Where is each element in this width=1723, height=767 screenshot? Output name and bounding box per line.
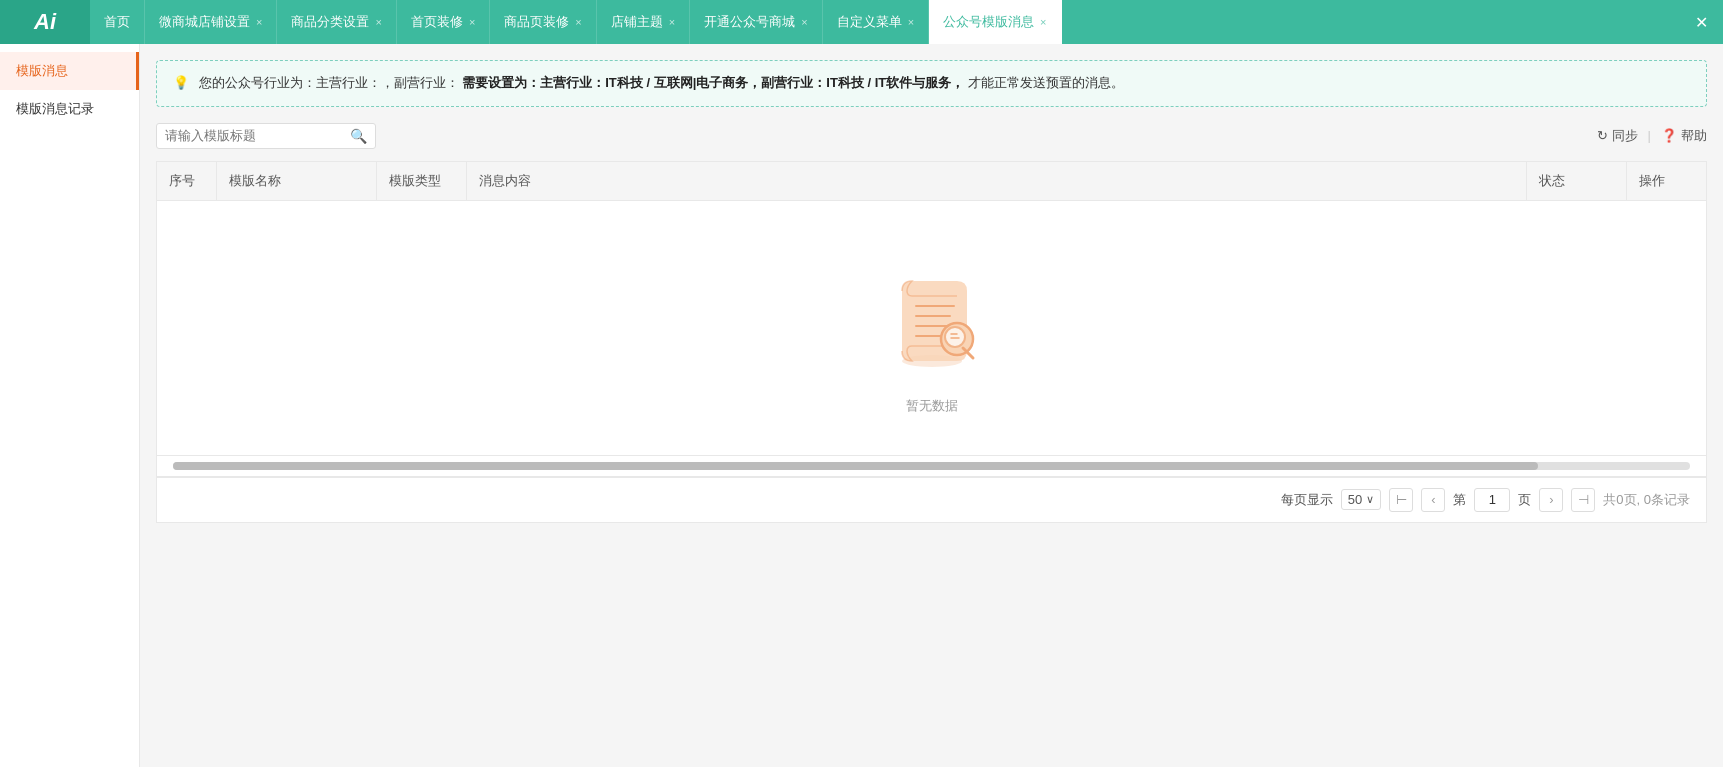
col-status: 状态 [1527,161,1627,200]
tab-product-decor[interactable]: 商品页装修× [490,0,596,44]
tab-open-mall[interactable]: 开通公众号商城× [690,0,822,44]
prev-page-button[interactable]: ‹ [1421,488,1445,512]
help-icon: ❓ [1661,128,1677,143]
banner-prefix: 您的公众号行业为：主营行业：，副营行业： [199,75,459,90]
lightbulb-icon: 💡 [173,75,189,90]
tab-shop-theme[interactable]: 店铺主题× [597,0,690,44]
page-unit: 页 [1518,491,1531,509]
brand-logo: Ai [0,0,90,44]
col-content: 消息内容 [467,161,1527,200]
topbar: Ai 首页微商城店铺设置×商品分类设置×首页装修×商品页装修×店铺主题×开通公众… [0,0,1723,44]
next-page-button[interactable]: › [1539,488,1563,512]
page-size-select[interactable]: 50 ∨ [1341,489,1381,510]
first-page-button[interactable]: ⊢ [1389,488,1413,512]
sidebar-item-template-msg-log[interactable]: 模版消息记录 [0,90,139,128]
tab-home[interactable]: 首页 [90,0,145,44]
sidebar: 模版消息模版消息记录 [0,44,140,767]
per-page-label: 每页显示 [1281,491,1333,509]
tab-close-open-mall[interactable]: × [801,16,807,28]
tab-custom-menu[interactable]: 自定义菜单× [823,0,929,44]
tab-close-category[interactable]: × [375,16,381,28]
sync-label: 同步 [1612,127,1638,145]
help-label: 帮助 [1681,127,1707,145]
help-button[interactable]: ❓ 帮助 [1661,127,1707,145]
toolbar-divider: | [1648,128,1651,143]
window-close-button[interactable]: ✕ [1679,0,1723,44]
page-number-input[interactable] [1474,488,1510,512]
empty-icon [872,261,992,381]
scrollbar-container [156,456,1707,477]
scrollbar-thumb[interactable] [173,462,1538,470]
tab-close-wechat-shop[interactable]: × [256,16,262,28]
empty-state: 暂无数据 [156,201,1707,456]
col-index: 序号 [157,161,217,200]
tab-close-product-decor[interactable]: × [575,16,581,28]
sidebar-item-template-msg[interactable]: 模版消息 [0,52,139,90]
tab-category[interactable]: 商品分类设置× [277,0,396,44]
search-input[interactable] [165,128,350,143]
banner-highlight: 需要设置为：主营行业：IT科技 / 互联网|电子商务，副营行业：IT科技 / I… [462,75,964,90]
banner-suffix: 才能正常发送预置的消息。 [968,75,1124,90]
tab-close-custom-menu[interactable]: × [908,16,914,28]
tab-close-homepage-decor[interactable]: × [469,16,475,28]
search-bar: 🔍 ↻ 同步 | ❓ 帮助 [156,123,1707,149]
main-layout: 模版消息模版消息记录 💡 您的公众号行业为：主营行业：，副营行业： 需要设置为：… [0,44,1723,767]
data-table: 序号模版名称模版类型消息内容状态操作 [156,161,1707,201]
search-input-wrap: 🔍 [156,123,376,149]
tab-list: 首页微商城店铺设置×商品分类设置×首页装修×商品页装修×店铺主题×开通公众号商城… [90,0,1679,44]
tab-template-msg[interactable]: 公众号模版消息× [929,0,1061,44]
chevron-down-icon: ∨ [1366,493,1374,506]
empty-text: 暂无数据 [157,397,1706,415]
col-action: 操作 [1627,161,1707,200]
info-banner: 💡 您的公众号行业为：主营行业：，副营行业： 需要设置为：主营行业：IT科技 /… [156,60,1707,107]
page-size-value: 50 [1348,492,1362,507]
pagination: 每页显示 50 ∨ ⊢ ‹ 第 页 › ⊣ 共0页, 0条记录 [156,477,1707,523]
col-name: 模版名称 [217,161,377,200]
page-label: 第 [1453,491,1466,509]
tab-wechat-shop[interactable]: 微商城店铺设置× [145,0,277,44]
sync-button[interactable]: ↻ 同步 [1597,127,1638,145]
search-icon[interactable]: 🔍 [350,128,367,144]
content-area: 💡 您的公众号行业为：主营行业：，副营行业： 需要设置为：主营行业：IT科技 /… [140,44,1723,767]
sync-icon: ↻ [1597,128,1608,143]
last-page-button[interactable]: ⊣ [1571,488,1595,512]
toolbar-right: ↻ 同步 | ❓ 帮助 [1597,127,1707,145]
total-info: 共0页, 0条记录 [1603,491,1690,509]
col-type: 模版类型 [377,161,467,200]
svg-point-6 [945,327,965,347]
tab-close-template-msg[interactable]: × [1040,16,1046,28]
tab-close-shop-theme[interactable]: × [669,16,675,28]
scrollbar-track[interactable] [173,462,1690,470]
tab-homepage-decor[interactable]: 首页装修× [397,0,490,44]
